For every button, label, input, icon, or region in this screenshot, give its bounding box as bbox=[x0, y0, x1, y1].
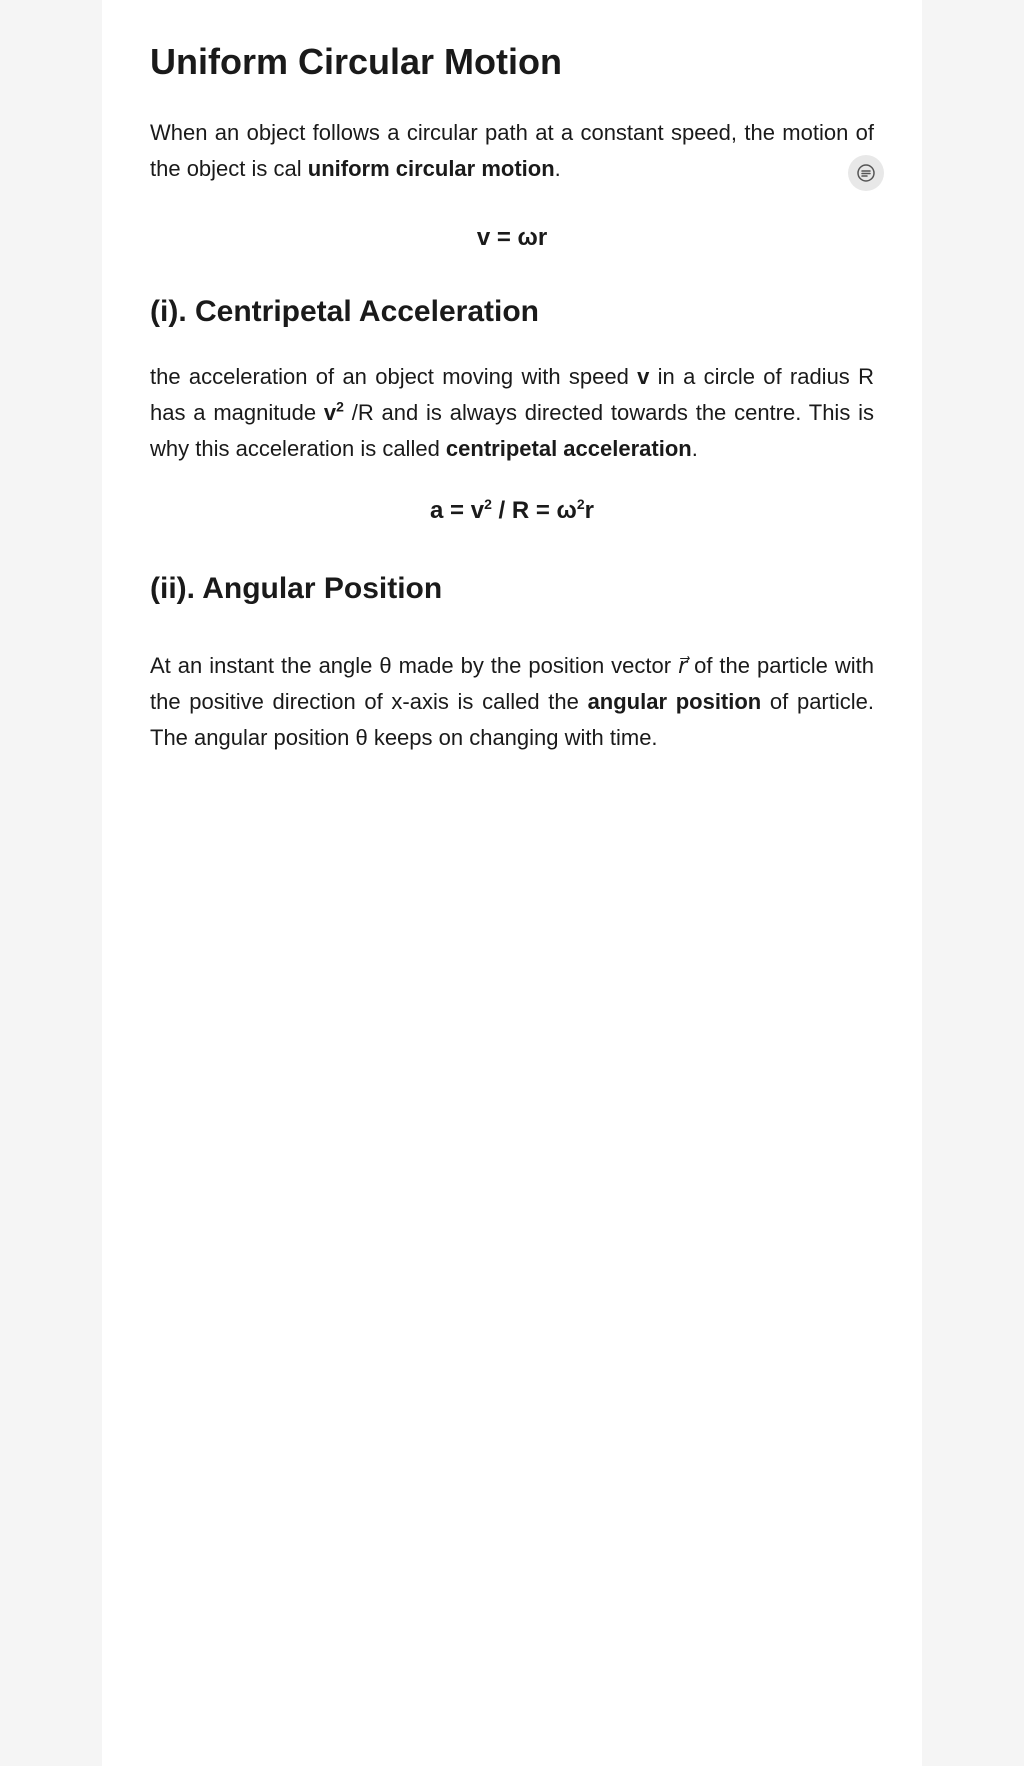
body-text-2: At an instant the angle θ made by the po… bbox=[150, 653, 874, 751]
intro-period: . bbox=[555, 156, 561, 181]
section-1-title: (i). Centripetal Acceleration bbox=[150, 292, 874, 331]
body-text-1: the acceleration of an object moving wit… bbox=[150, 364, 874, 462]
page-container: Uniform Circular Motion When an object f… bbox=[102, 0, 922, 1766]
intro-bold-text: uniform circular motion bbox=[308, 156, 555, 181]
section-2-title-text: (ii). Angular Position bbox=[150, 572, 442, 605]
section-2-body: At an instant the angle θ made by the po… bbox=[150, 636, 874, 757]
intro-paragraph: When an object follows a circular path a… bbox=[150, 115, 874, 188]
formula-a-text: a = v2 / R = ω2r bbox=[430, 497, 594, 524]
section-1-body: the acceleration of an object moving wit… bbox=[150, 359, 874, 468]
scroll-icon[interactable] bbox=[848, 155, 884, 191]
section-1-title-text: (i). Centripetal Acceleration bbox=[150, 295, 539, 328]
formula-v: v = ωr bbox=[150, 224, 874, 252]
section-2-title: (ii). Angular Position bbox=[150, 569, 874, 608]
formula-v-text: v = ωr bbox=[477, 224, 547, 251]
page-title: Uniform Circular Motion bbox=[150, 40, 874, 83]
formula-a: a = v2 / R = ω2r bbox=[150, 496, 874, 525]
